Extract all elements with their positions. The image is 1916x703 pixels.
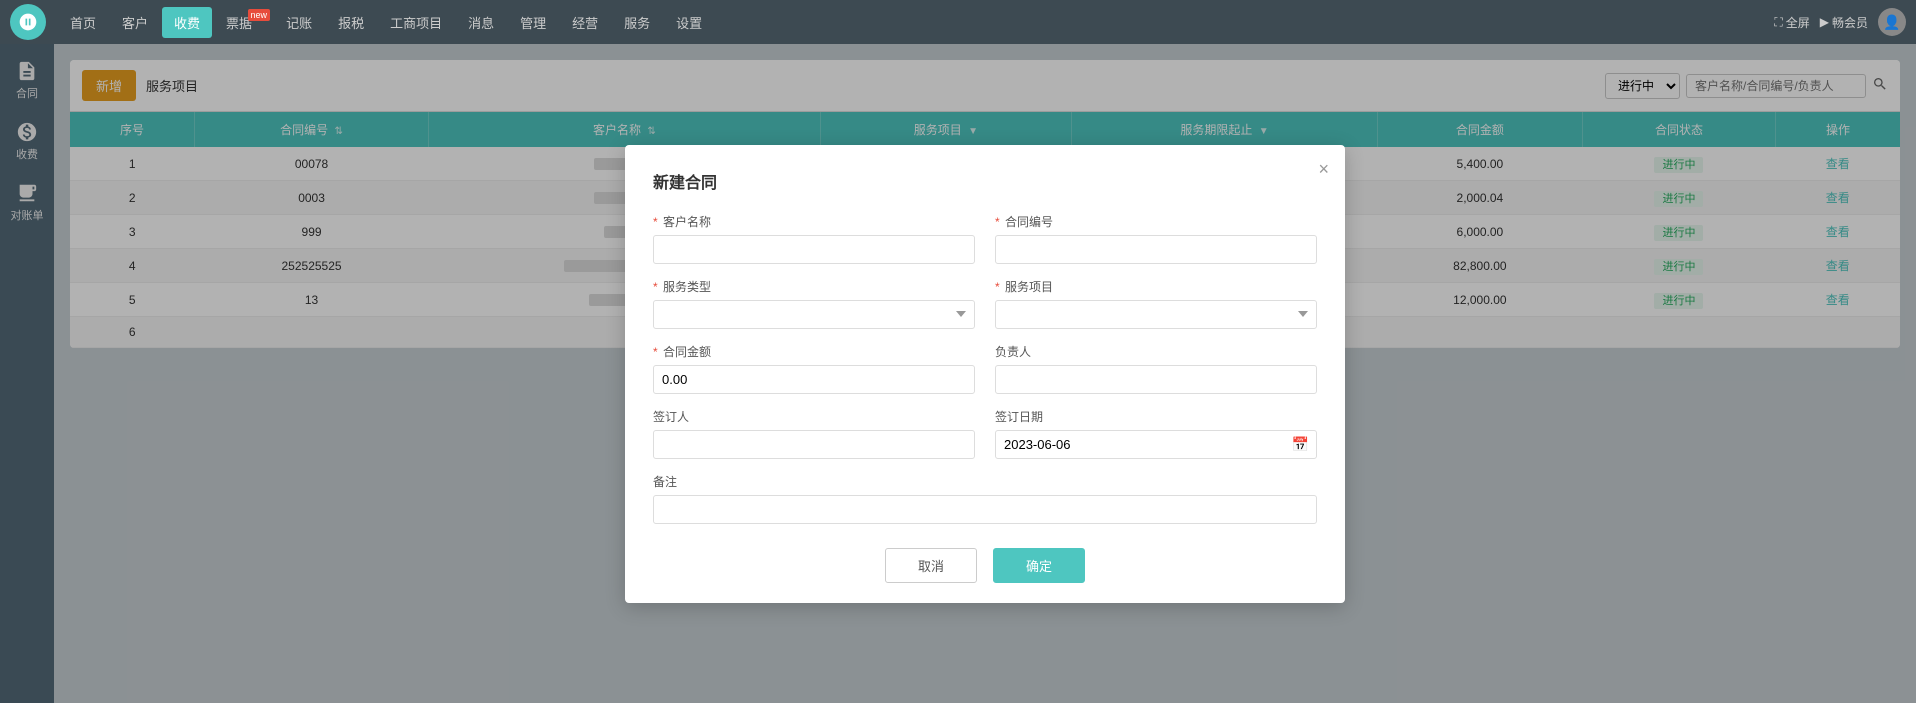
service-item-field: * 服务项目 [995, 278, 1317, 329]
nav-fee[interactable]: 收费 [162, 7, 212, 38]
responsible-label: 负责人 [995, 343, 1317, 360]
client-name-label: * 客户名称 [653, 213, 975, 230]
sign-date-input[interactable] [995, 430, 1317, 459]
main-layout: 合同 收费 对账单 新增 服务项目 [0, 44, 1916, 703]
confirm-button[interactable]: 确定 [993, 548, 1085, 583]
top-nav: 首页 客户 收费 票据 new 记账 报税 工商项目 消息 管理 经营 服务 设… [0, 0, 1916, 44]
nav-business[interactable]: 工商项目 [378, 7, 454, 38]
modal-footer: 取消 确定 [653, 548, 1317, 583]
client-name-field: * 客户名称 [653, 213, 975, 264]
fullscreen-icon: ⛶ [1774, 15, 1782, 30]
play-icon: ▶ [1820, 15, 1829, 29]
statement-icon [16, 182, 38, 204]
contract-no-label: * 合同编号 [995, 213, 1317, 230]
service-type-label: * 服务类型 [653, 278, 975, 295]
signer-input[interactable] [653, 430, 975, 459]
fullscreen-button[interactable]: ⛶ 全屏 [1774, 14, 1809, 31]
new-badge: new [248, 9, 271, 21]
signer-field: 签订人 [653, 408, 975, 459]
nav-home[interactable]: 首页 [58, 7, 108, 38]
member-button[interactable]: ▶ 畅会员 [1820, 14, 1868, 31]
modal-title: 新建合同 [653, 169, 1317, 193]
modal-overlay: × 新建合同 * 客户名称 * 合同编号 [54, 44, 1916, 703]
remark-input[interactable] [653, 495, 1317, 524]
calendar-icon: 📅 [1292, 436, 1309, 453]
remark-label: 备注 [653, 473, 1317, 490]
nav-tax[interactable]: 报税 [326, 7, 376, 38]
sidebar: 合同 收费 对账单 [0, 44, 54, 703]
contract-amount-input[interactable] [653, 365, 975, 394]
nav-service[interactable]: 服务 [612, 7, 662, 38]
nav-manage[interactable]: 管理 [508, 7, 558, 38]
client-name-input[interactable] [653, 235, 975, 264]
content-area: 新增 服务项目 进行中 已完成 已取消 [54, 44, 1916, 703]
signer-label: 签订人 [653, 408, 975, 425]
avatar[interactable]: 👤 [1878, 8, 1906, 36]
nav-settings[interactable]: 设置 [664, 7, 714, 38]
cancel-button[interactable]: 取消 [885, 548, 977, 583]
remark-field: 备注 [653, 473, 1317, 524]
service-type-field: * 服务类型 [653, 278, 975, 329]
nav-message[interactable]: 消息 [456, 7, 506, 38]
service-item-select[interactable] [995, 300, 1317, 329]
nav-ticket[interactable]: 票据 new [214, 7, 272, 38]
fee-icon [16, 121, 38, 143]
modal-close-button[interactable]: × [1318, 159, 1329, 180]
sidebar-item-contract[interactable]: 合同 [0, 52, 54, 109]
nav-operation[interactable]: 经营 [560, 7, 610, 38]
contract-icon [16, 60, 38, 82]
responsible-input[interactable] [995, 365, 1317, 394]
sidebar-item-statement[interactable]: 对账单 [0, 174, 54, 231]
contract-amount-label: * 合同金额 [653, 343, 975, 360]
contract-no-field: * 合同编号 [995, 213, 1317, 264]
nav-bookkeeping[interactable]: 记账 [274, 7, 324, 38]
contract-no-input[interactable] [995, 235, 1317, 264]
nav-right: ⛶ 全屏 ▶ 畅会员 👤 [1774, 8, 1906, 36]
nav-client[interactable]: 客户 [110, 7, 160, 38]
sign-date-label: 签订日期 [995, 408, 1317, 425]
form-grid: * 客户名称 * 合同编号 [653, 213, 1317, 524]
new-contract-modal: × 新建合同 * 客户名称 * 合同编号 [625, 145, 1345, 603]
contract-amount-field: * 合同金额 [653, 343, 975, 394]
sidebar-item-fee[interactable]: 收费 [0, 113, 54, 170]
sign-date-field: 签订日期 📅 [995, 408, 1317, 459]
sign-date-wrapper: 📅 [995, 430, 1317, 459]
service-item-label: * 服务项目 [995, 278, 1317, 295]
nav-items: 首页 客户 收费 票据 new 记账 报税 工商项目 消息 管理 经营 服务 设… [58, 7, 1774, 38]
responsible-field: 负责人 [995, 343, 1317, 394]
logo[interactable] [10, 4, 46, 40]
service-type-select[interactable] [653, 300, 975, 329]
